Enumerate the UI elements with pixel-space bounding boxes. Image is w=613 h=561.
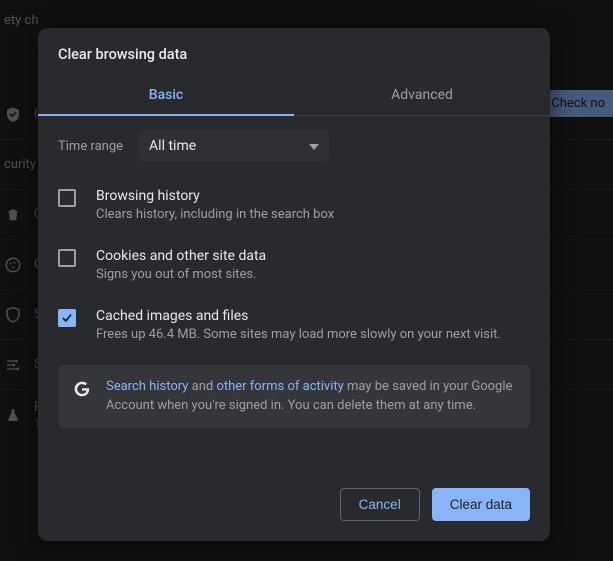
option-cookies: Cookies and other site data Signs you ou… — [58, 238, 530, 298]
checkbox-cache[interactable] — [58, 309, 76, 327]
dialog-tabs: Basic Advanced — [38, 77, 550, 116]
tab-basic[interactable]: Basic — [38, 77, 294, 115]
option-title: Cookies and other site data — [96, 248, 266, 264]
option-title: Cached images and files — [96, 308, 501, 324]
time-range-label: Time range — [58, 139, 123, 154]
option-browsing-history: Browsing history Clears history, includi… — [58, 178, 530, 238]
dialog-title: Clear browsing data — [38, 28, 550, 77]
info-text: Search history and other forms of activi… — [106, 377, 516, 416]
option-desc: Signs you out of most sites. — [96, 266, 266, 284]
option-title: Browsing history — [96, 188, 334, 204]
checkbox-browsing-history[interactable] — [58, 189, 76, 207]
time-range-select[interactable]: All time — [139, 130, 329, 162]
checkbox-cookies[interactable] — [58, 249, 76, 267]
tab-advanced[interactable]: Advanced — [294, 77, 550, 115]
chevron-down-icon — [309, 138, 319, 154]
option-desc: Frees up 46.4 MB. Some sites may load mo… — [96, 326, 501, 344]
other-activity-link[interactable]: other forms of activity — [216, 379, 343, 394]
google-icon — [72, 379, 92, 399]
clear-data-button[interactable]: Clear data — [432, 488, 530, 521]
search-history-link[interactable]: Search history — [106, 379, 188, 394]
time-range-value: All time — [149, 138, 196, 154]
option-cache: Cached images and files Frees up 46.4 MB… — [58, 298, 530, 358]
option-desc: Clears history, including in the search … — [96, 206, 334, 224]
clear-browsing-data-dialog: Clear browsing data Basic Advanced Time … — [38, 28, 550, 541]
cancel-button[interactable]: Cancel — [340, 488, 420, 521]
google-account-info: Search history and other forms of activi… — [58, 365, 530, 428]
